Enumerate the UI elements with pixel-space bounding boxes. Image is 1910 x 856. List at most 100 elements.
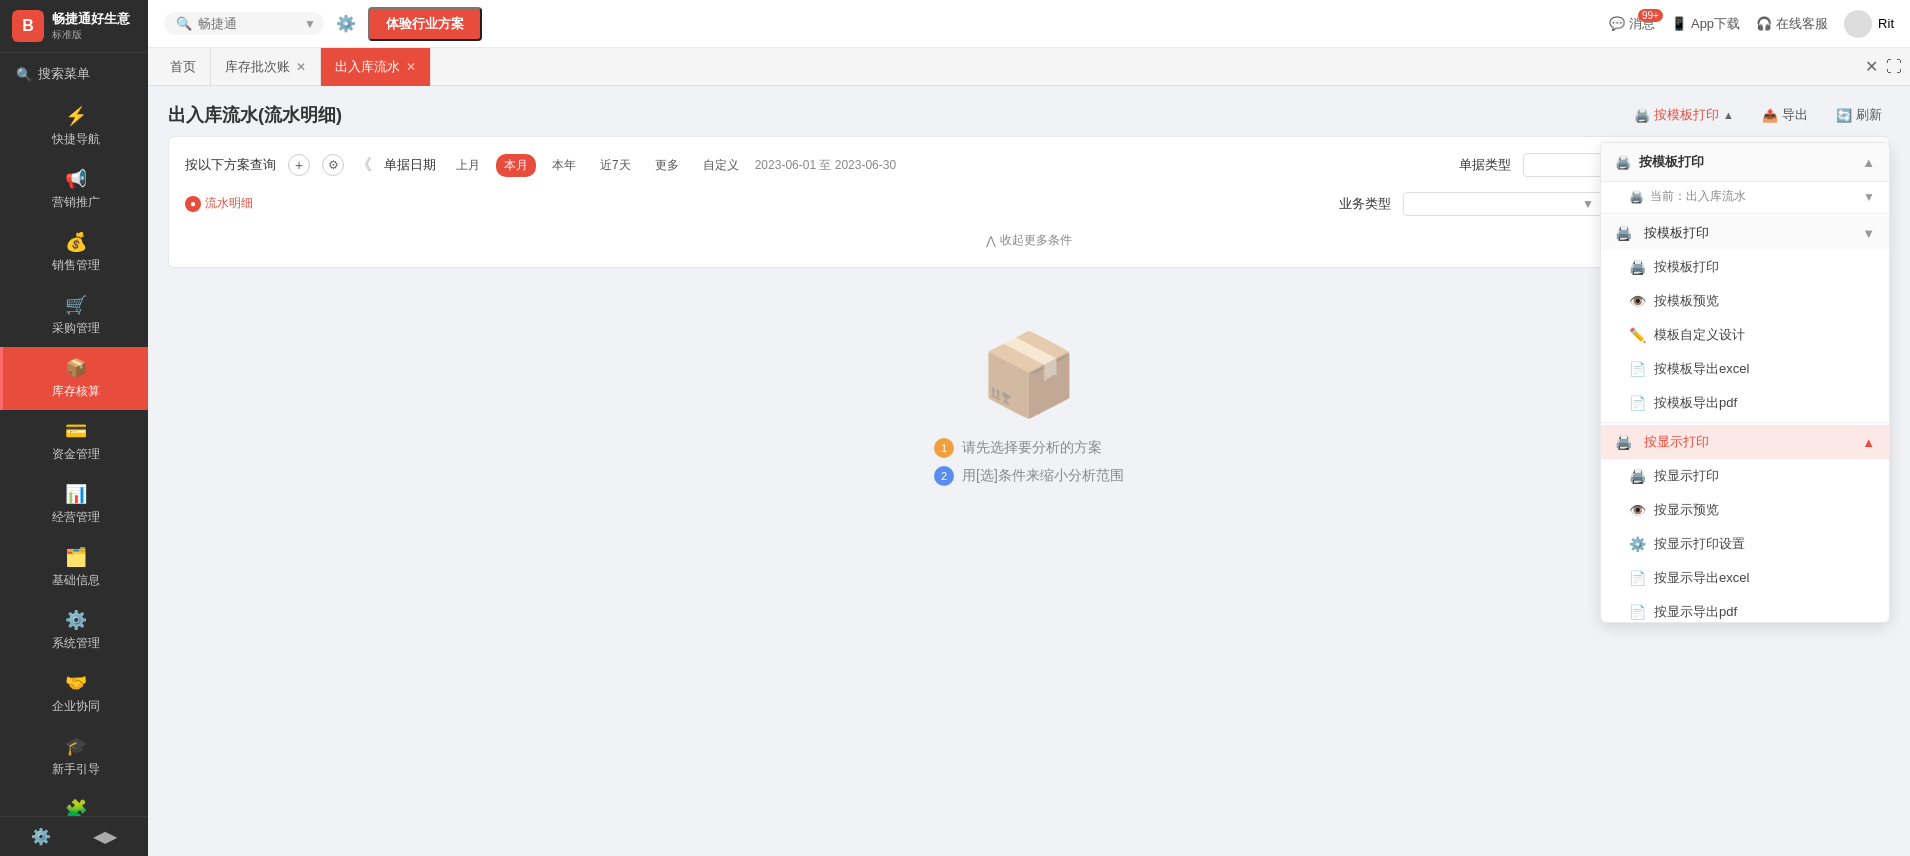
- template-preview-item[interactable]: 👁️ 按模板预览: [1601, 284, 1889, 318]
- tab-home[interactable]: 首页: [156, 48, 211, 86]
- current-template-label: 🖨️ 当前：出入库流水 ▼: [1601, 182, 1889, 211]
- finance-icon: 💳: [65, 420, 87, 442]
- display-print-settings-item[interactable]: ⚙️ 按显示打印设置: [1601, 527, 1889, 561]
- filter-add-button[interactable]: +: [288, 154, 310, 176]
- topbar-search-input[interactable]: [198, 16, 298, 31]
- sidebar-item-finance[interactable]: 💳 资金管理: [0, 410, 148, 473]
- guide-icon: 🎓: [65, 735, 87, 757]
- display-print-section-header[interactable]: 🖨️ 按显示打印 ▲: [1601, 425, 1889, 459]
- display-section-arrow: ▲: [1862, 435, 1875, 450]
- message-button[interactable]: 💬 消息 99+: [1609, 15, 1655, 33]
- close-window-icon[interactable]: ✕: [1865, 57, 1878, 76]
- date-option-this-year[interactable]: 本年: [544, 154, 584, 177]
- logo-text: 畅捷通好生意 标准版: [52, 11, 130, 41]
- display-section-icon: 🖨️: [1615, 434, 1632, 450]
- topbar-search[interactable]: 🔍 ▼: [164, 12, 324, 35]
- tab-batch-close-icon[interactable]: ✕: [296, 60, 306, 74]
- empty-illustration: 📦: [979, 328, 1079, 422]
- sidebar-item-marketing[interactable]: 📢 营销推广: [0, 158, 148, 221]
- tab-flow[interactable]: 出入库流水 ✕: [321, 48, 431, 86]
- print-dropdown-arrow-icon: ▲: [1723, 109, 1734, 121]
- sidebar-nav: ⚡ 快捷导航 📢 营销推广 💰 销售管理 🛒 采购管理 📦 库存核算 💳 资金管…: [0, 95, 148, 816]
- sidebar-item-inventory[interactable]: 📦 库存核算: [0, 347, 148, 410]
- template-section-icon: 🖨️: [1615, 225, 1632, 241]
- current-label-icon: 🖨️: [1629, 190, 1644, 204]
- corp-collab-icon: 🤝: [65, 672, 87, 694]
- sidebar-item-label: 基础信息: [52, 572, 100, 589]
- tab-batch-account[interactable]: 库存批次账 ✕: [211, 48, 321, 86]
- template-custom-item[interactable]: ✏️ 模板自定义设计: [1601, 318, 1889, 352]
- sidebar-item-label: 快捷导航: [52, 131, 100, 148]
- trial-button[interactable]: 体验行业方案: [368, 7, 482, 41]
- display-preview-label: 按显示预览: [1654, 501, 1719, 519]
- template-export-excel-item[interactable]: 📄 按模板导出excel: [1601, 352, 1889, 386]
- date-option-7days[interactable]: 近7天: [592, 154, 639, 177]
- sidebar-item-purchase[interactable]: 🛒 采购管理: [0, 284, 148, 347]
- collapse-up-icon: ⋀: [986, 234, 996, 248]
- sidebar-item-label: 系统管理: [52, 635, 100, 652]
- template-excel-icon: 📄: [1629, 361, 1646, 377]
- sidebar-item-basic[interactable]: 🗂️ 基础信息: [0, 536, 148, 599]
- topbar: 🔍 ▼ ⚙️ 体验行业方案 💬 消息 99+ 📱 App下载 🎧 在线客服 Ri…: [148, 0, 1910, 48]
- sidebar-search-area[interactable]: 🔍 搜索菜单: [0, 53, 148, 95]
- sidebar-item-guide[interactable]: 🎓 新手引导: [0, 725, 148, 788]
- display-section-label: 按显示打印: [1644, 433, 1709, 451]
- topbar-gear-icon[interactable]: ⚙️: [336, 14, 356, 33]
- logo-area: B 畅捷通好生意 标准版: [0, 0, 148, 53]
- date-option-this-month[interactable]: 本月: [496, 154, 536, 177]
- sidebar-item-quick-nav[interactable]: ⚡ 快捷导航: [0, 95, 148, 158]
- online-service-button[interactable]: 🎧 在线客服: [1756, 15, 1828, 33]
- print-template-button[interactable]: 🖨️ 按模板打印 ▲: [1626, 102, 1742, 128]
- date-option-more[interactable]: 更多: [647, 154, 687, 177]
- current-label-text: 当前：出入库流水: [1650, 188, 1746, 205]
- export-label: 导出: [1782, 106, 1808, 124]
- template-print-section-header[interactable]: 🖨️ 按模板打印 ▼: [1601, 216, 1889, 250]
- sidebar-item-label: 库存核算: [52, 383, 100, 400]
- user-area[interactable]: Rit: [1844, 10, 1894, 38]
- app-download-button[interactable]: 📱 App下载: [1671, 15, 1740, 33]
- display-export-pdf-item[interactable]: 📄 按显示导出pdf: [1601, 595, 1889, 622]
- template-export-pdf-item[interactable]: 📄 按模板导出pdf: [1601, 386, 1889, 420]
- date-option-last-month[interactable]: 上月: [448, 154, 488, 177]
- sidebar-settings-button[interactable]: ⚙️: [31, 827, 51, 846]
- biz-type-select[interactable]: ▼: [1403, 192, 1603, 216]
- date-option-custom[interactable]: 自定义: [695, 154, 747, 177]
- display-print-item[interactable]: 🖨️ 按显示打印: [1601, 459, 1889, 493]
- sidebar-item-sales[interactable]: 💰 销售管理: [0, 221, 148, 284]
- sidebar: B 畅捷通好生意 标准版 🔍 搜索菜单 ⚡ 快捷导航 📢 营销推广 💰 销售管理…: [0, 0, 148, 856]
- display-excel-icon: 📄: [1629, 570, 1646, 586]
- sidebar-bottom: ⚙️ ◀▶: [0, 816, 148, 856]
- tab-flow-close-icon[interactable]: ✕: [406, 60, 416, 74]
- app-name: 畅捷通好生意: [52, 11, 130, 28]
- filter-collapse-left-button[interactable]: 《: [356, 155, 372, 176]
- maximize-icon[interactable]: ⛶: [1886, 58, 1902, 76]
- search-menu-button[interactable]: 🔍 搜索菜单: [10, 61, 138, 87]
- biz-type-arrow-icon: ▼: [1582, 197, 1594, 211]
- filter-setting-button[interactable]: ⚙: [322, 154, 344, 176]
- refresh-label: 刷新: [1856, 106, 1882, 124]
- basic-icon: 🗂️: [65, 546, 87, 568]
- panel-collapse-icon[interactable]: ▲: [1862, 155, 1875, 170]
- sidebar-item-operations[interactable]: 📊 经营管理: [0, 473, 148, 536]
- display-settings-icon: ⚙️: [1629, 536, 1646, 552]
- export-button[interactable]: 📤 导出: [1754, 102, 1816, 128]
- filter-scheme-label: 按以下方案查询: [185, 156, 276, 174]
- collapse-label: 收起更多条件: [1000, 232, 1072, 249]
- refresh-button[interactable]: 🔄 刷新: [1828, 102, 1890, 128]
- template-preview-icon: 👁️: [1629, 293, 1646, 309]
- app-download-label: App下载: [1691, 15, 1740, 33]
- sidebar-item-app-center[interactable]: 🧩 应用中心: [0, 788, 148, 816]
- template-pdf-label: 按模板导出pdf: [1654, 394, 1737, 412]
- template-section-label: 按模板打印: [1644, 224, 1709, 242]
- panel-header: 🖨️ 按模板打印 ▲: [1601, 143, 1889, 182]
- print-icon: 🖨️: [1634, 108, 1650, 123]
- sidebar-item-corp-collab[interactable]: 🤝 企业协同: [0, 662, 148, 725]
- display-preview-item[interactable]: 👁️ 按显示预览: [1601, 493, 1889, 527]
- divider-1: [1601, 213, 1889, 214]
- sidebar-toggle-button[interactable]: ◀▶: [93, 827, 117, 846]
- display-export-excel-item[interactable]: 📄 按显示导出excel: [1601, 561, 1889, 595]
- sidebar-item-label: 经营管理: [52, 509, 100, 526]
- template-print-item[interactable]: 🖨️ 按模板打印: [1601, 250, 1889, 284]
- date-filters: 上月 本月 本年 近7天 更多 自定义 2023-06-01 至 2023-06…: [448, 154, 942, 177]
- sidebar-item-system[interactable]: ⚙️ 系统管理: [0, 599, 148, 662]
